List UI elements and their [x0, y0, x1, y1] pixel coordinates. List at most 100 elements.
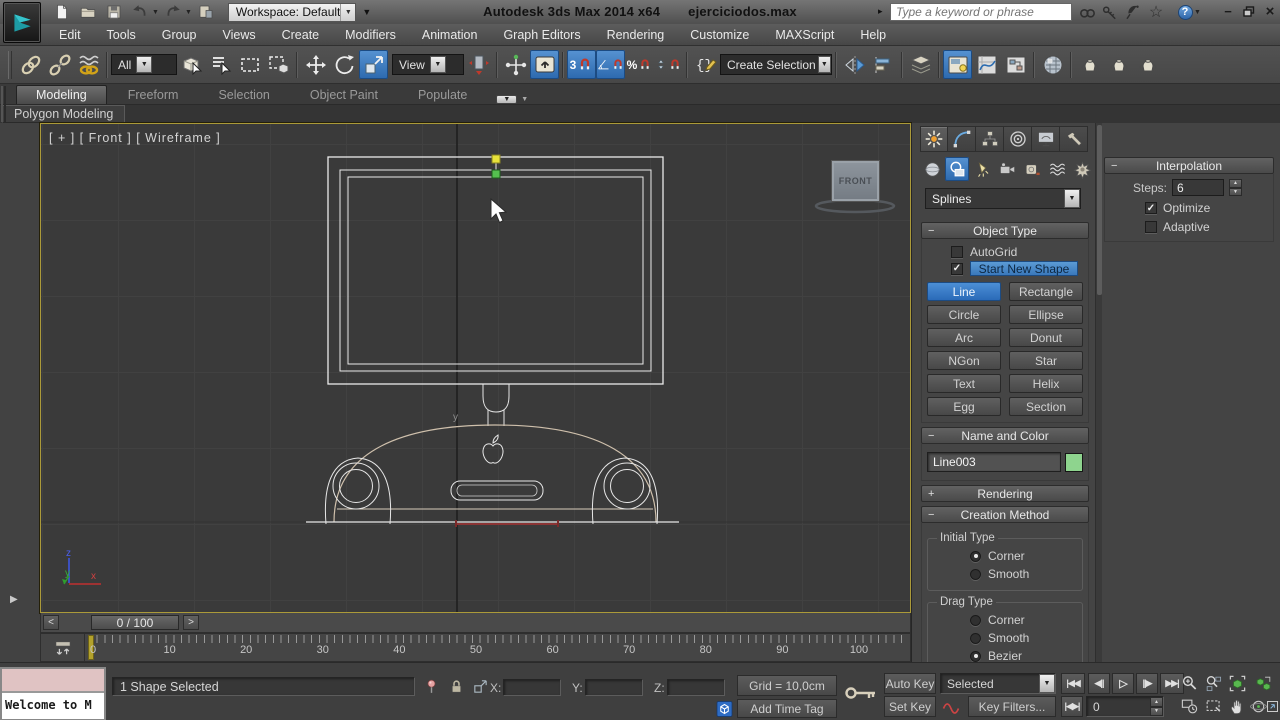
unlink-selection-button[interactable]: [45, 50, 74, 79]
tab-create[interactable]: [920, 126, 948, 152]
autogrid-checkbox[interactable]: [951, 246, 963, 258]
shape-button-helix[interactable]: Helix: [1009, 374, 1083, 393]
spinner-down-icon[interactable]: ▼: [1229, 187, 1243, 196]
frame-spinner[interactable]: ▲ ▼: [1150, 697, 1163, 716]
menu-edit[interactable]: Edit: [46, 24, 94, 46]
viewcube[interactable]: FRONT: [832, 161, 879, 201]
play-animation-button[interactable]: ▷: [1112, 673, 1134, 694]
bind-to-space-warp-button[interactable]: [74, 50, 103, 79]
initial-type-radio-corner[interactable]: [970, 550, 981, 562]
selection-filter-dropdown[interactable]: All ▼: [111, 54, 177, 75]
menu-create[interactable]: Create: [269, 24, 333, 46]
set-key-button[interactable]: Set Key: [884, 696, 936, 717]
sub-shapes[interactable]: [945, 157, 969, 181]
x-coord-field[interactable]: [503, 679, 561, 696]
time-tag-cube-icon[interactable]: [713, 699, 735, 719]
sub-geometry[interactable]: [920, 157, 944, 181]
object-name-field[interactable]: Line003: [927, 452, 1061, 472]
named-selection-set-dropdown[interactable]: Create Selection Set▼: [720, 54, 832, 75]
menu-animation[interactable]: Animation: [409, 24, 491, 46]
material-editor-button[interactable]: [1038, 50, 1067, 79]
drag-type-radio-bezier[interactable]: [970, 650, 981, 662]
listener-macro-recorder[interactable]: [2, 669, 104, 693]
sub-cameras[interactable]: [995, 157, 1019, 181]
edit-named-selection-sets-button[interactable]: [691, 50, 720, 79]
sub-systems[interactable]: [1070, 157, 1094, 181]
menu-maxscript[interactable]: MAXScript: [762, 24, 847, 46]
sign-in-button[interactable]: [1099, 2, 1121, 22]
tab-display[interactable]: [1032, 126, 1060, 152]
initial-type-radio-smooth[interactable]: [970, 568, 981, 580]
select-and-move-button[interactable]: [301, 50, 330, 79]
ribbon-options-arrow[interactable]: ▼: [521, 96, 528, 103]
drag-type-radio-smooth[interactable]: [970, 632, 981, 644]
rectangular-selection-region-button[interactable]: [235, 50, 264, 79]
favorites-button[interactable]: ☆: [1145, 2, 1167, 22]
key-mode-dropdown[interactable]: Selected ▼: [940, 673, 1056, 694]
spinner-up-icon[interactable]: ▲: [1150, 697, 1163, 707]
snaps-toggle-3d[interactable]: 3: [567, 50, 596, 79]
communication-center-button[interactable]: [1122, 2, 1144, 22]
menu-group[interactable]: Group: [149, 24, 210, 46]
shape-button-egg[interactable]: Egg: [927, 397, 1001, 416]
project-folder-button[interactable]: [194, 2, 218, 22]
select-and-manipulate-button[interactable]: [501, 50, 530, 79]
schematic-view-button[interactable]: [1001, 50, 1030, 79]
command-panel-scrollbar[interactable]: [1095, 123, 1102, 662]
spinner-snap-toggle[interactable]: [654, 50, 683, 79]
rollout-header-rendering[interactable]: + Rendering: [921, 485, 1089, 502]
manage-layers-button[interactable]: [906, 50, 935, 79]
rollout-header-name-and-color[interactable]: − Name and Color: [921, 427, 1089, 444]
undo-button[interactable]: [128, 2, 152, 22]
search-button[interactable]: [1076, 2, 1098, 22]
help-dropdown-arrow[interactable]: ▼: [1194, 9, 1201, 16]
start-new-shape-checkbox[interactable]: ✓: [951, 262, 963, 275]
minimize-button[interactable]: −: [1218, 2, 1238, 20]
shape-button-donut[interactable]: Donut: [1009, 328, 1083, 347]
zoom-button[interactable]: [1179, 673, 1200, 693]
select-by-name-button[interactable]: [206, 50, 235, 79]
drag-type-radio-corner[interactable]: [970, 614, 981, 626]
shape-button-arc[interactable]: Arc: [927, 328, 1001, 347]
window-crossing-toggle[interactable]: [264, 50, 293, 79]
y-coord-field[interactable]: [585, 679, 643, 696]
shape-button-section[interactable]: Section: [1009, 397, 1083, 416]
key-mode-arrow[interactable]: ▼: [1039, 674, 1055, 693]
pan-view-button[interactable]: [1227, 696, 1248, 716]
shape-button-star[interactable]: Star: [1009, 351, 1083, 370]
steps-field[interactable]: 6: [1172, 179, 1225, 196]
open-file-button[interactable]: [76, 2, 100, 22]
ribbon-tab-modeling[interactable]: Modeling: [16, 85, 107, 104]
ribbon-tab-object-paint[interactable]: Object Paint: [291, 86, 397, 104]
next-frame-slider-button[interactable]: >: [183, 615, 199, 630]
rollout-header-object-type[interactable]: − Object Type: [921, 222, 1089, 239]
shape-button-text[interactable]: Text: [927, 374, 1001, 393]
new-scene-button[interactable]: [50, 2, 74, 22]
object-color-swatch[interactable]: [1065, 452, 1083, 472]
select-and-rotate-button[interactable]: [330, 50, 359, 79]
shape-button-rectangle[interactable]: Rectangle: [1009, 282, 1083, 301]
key-mode-toggle[interactable]: |◀▶|: [1061, 696, 1083, 717]
redo-button[interactable]: [161, 2, 185, 22]
rollout-header-creation-method[interactable]: − Creation Method: [921, 506, 1089, 523]
menu-tools[interactable]: Tools: [94, 24, 149, 46]
ribbon-grip[interactable]: [1, 86, 6, 122]
viewcube-front-face[interactable]: FRONT: [839, 176, 873, 186]
viewport-label[interactable]: [ + ] [ Front ] [ Wireframe ]: [49, 131, 221, 145]
next-frame-button[interactable]: ||▶: [1136, 673, 1158, 694]
menu-modifiers[interactable]: Modifiers: [332, 24, 409, 46]
menu-views[interactable]: Views: [209, 24, 268, 46]
field-of-view-region-button[interactable]: [1203, 696, 1224, 716]
selection-lock-toggle[interactable]: [446, 676, 466, 696]
zoom-all-button[interactable]: [1203, 673, 1224, 693]
application-menu-button[interactable]: [3, 2, 41, 43]
render-setup-button[interactable]: [1075, 50, 1104, 79]
steps-spinner[interactable]: ▲ ▼: [1229, 179, 1243, 196]
ribbon-tab-freeform[interactable]: Freeform: [109, 86, 198, 104]
shape-button-line[interactable]: Line: [927, 282, 1001, 301]
isolate-selection-toggle[interactable]: [421, 676, 441, 696]
shape-button-ellipse[interactable]: Ellipse: [1009, 305, 1083, 324]
percent-snap-toggle[interactable]: %: [625, 50, 654, 79]
zoom-extents-all-button[interactable]: [1253, 673, 1274, 693]
graphite-ribbon-toggle[interactable]: [943, 50, 972, 79]
